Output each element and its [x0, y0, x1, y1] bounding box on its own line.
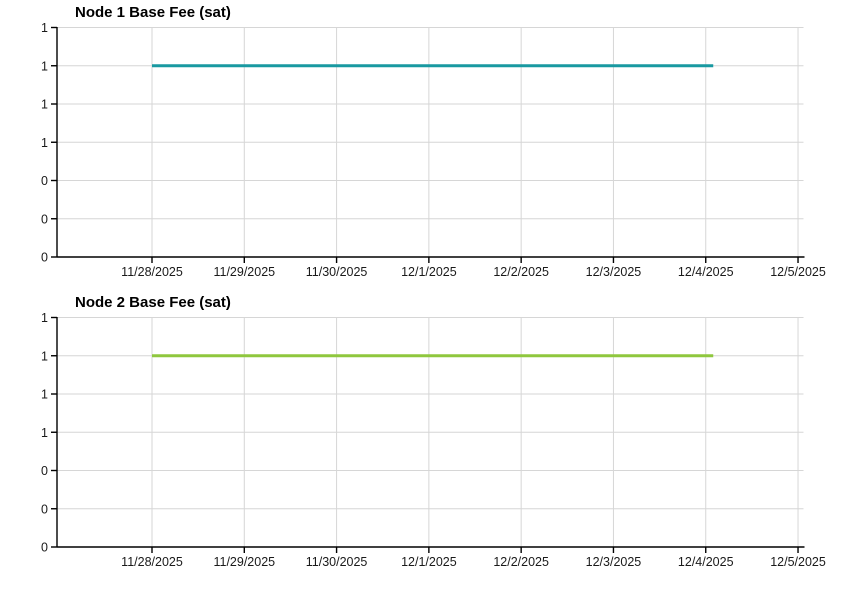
y-tick-label: 1 — [41, 59, 48, 73]
y-tick-label: 1 — [41, 311, 48, 325]
x-tick-label: 11/29/2025 — [213, 555, 275, 569]
y-tick-label: 1 — [41, 349, 48, 363]
x-tick-label: 12/5/2025 — [770, 265, 826, 279]
chart-plot-node2: 1 1 1 1 0 0 0 11/28/2025 11/29/2025 11/30/2025 12/… — [41, 311, 826, 569]
y-tick-label: 1 — [41, 21, 48, 35]
chart-node1-base-fee: Node 1 Base Fee (sat) 1 1 1 1 0 0 0 11/28/2025 1… — [0, 0, 860, 290]
y-tick-label: 0 — [41, 502, 48, 516]
y-tick-label: 0 — [41, 251, 48, 265]
x-tick-label: 12/3/2025 — [586, 555, 642, 569]
x-tick-label: 12/2/2025 — [493, 555, 549, 569]
y-tick-label: 0 — [41, 541, 48, 555]
y-tick-label: 1 — [41, 98, 48, 112]
x-tick-label: 12/3/2025 — [586, 265, 642, 279]
y-tick-label: 0 — [41, 174, 48, 188]
x-tick-label: 11/28/2025 — [121, 555, 183, 569]
x-tick-label: 12/2/2025 — [493, 265, 549, 279]
y-tick-label: 1 — [41, 388, 48, 402]
charts-page: Node 1 Base Fee (sat) 1 1 1 1 0 0 0 11/28/2025 1… — [0, 0, 860, 600]
y-tick-label: 0 — [41, 212, 48, 226]
x-tick-label: 11/29/2025 — [213, 265, 275, 279]
y-tick-label: 1 — [41, 426, 48, 440]
y-tick-label: 0 — [41, 464, 48, 478]
y-tick-label: 1 — [41, 136, 48, 150]
x-tick-label: 12/5/2025 — [770, 555, 826, 569]
x-tick-label: 11/30/2025 — [306, 265, 368, 279]
x-tick-label: 11/28/2025 — [121, 265, 183, 279]
chart-plot-node1: 1 1 1 1 0 0 0 11/28/2025 11/29/2025 11/30/2025 12/… — [41, 21, 826, 279]
chart-node2-base-fee: Node 2 Base Fee (sat) 1 1 1 1 0 0 0 11/28/2025 1… — [0, 290, 860, 600]
x-tick-label: 11/30/2025 — [306, 555, 368, 569]
x-tick-label: 12/4/2025 — [678, 265, 734, 279]
x-tick-label: 12/1/2025 — [401, 265, 457, 279]
x-tick-label: 12/4/2025 — [678, 555, 734, 569]
x-tick-label: 12/1/2025 — [401, 555, 457, 569]
